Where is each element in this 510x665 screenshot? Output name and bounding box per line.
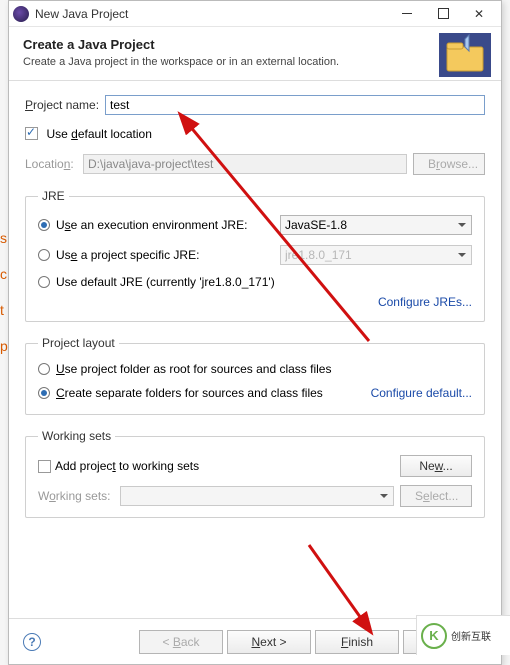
- watermark-text: 创新互联: [451, 628, 491, 643]
- use-default-location-row: Use default location: [25, 125, 485, 143]
- close-button[interactable]: [461, 2, 497, 26]
- jre-default-radio[interactable]: [38, 276, 50, 288]
- jre-specific-row: Use a project specific JRE: jre1.8.0_171: [38, 245, 472, 265]
- project-name-row: Project name:: [25, 95, 485, 115]
- location-label: Location:: [25, 157, 77, 171]
- main-content: Project name: Use default location Locat…: [9, 81, 501, 518]
- dialog-window: New Java Project Create a Java Project C…: [8, 0, 502, 665]
- working-sets-group: Working sets Add project to working sets…: [25, 429, 485, 518]
- banner-subtext: Create a Java project in the workspace o…: [23, 56, 487, 68]
- jre-exec-env-row: Use an execution environment JRE: JavaSE…: [38, 215, 472, 235]
- project-name-label: Project name:: [25, 98, 99, 112]
- configure-default-link[interactable]: Configure default...: [371, 386, 472, 400]
- watermark-icon: K: [421, 623, 447, 649]
- jre-specific-radio[interactable]: [38, 249, 50, 261]
- ws-select: [120, 486, 394, 506]
- eclipse-icon: [13, 6, 29, 22]
- jre-group: JRE Use an execution environment JRE: Ja…: [25, 189, 485, 322]
- next-button[interactable]: Next >: [227, 630, 311, 654]
- ws-new-button[interactable]: New...: [400, 455, 472, 477]
- project-layout-legend: Project layout: [38, 336, 119, 350]
- window-controls: [389, 2, 497, 26]
- jre-exec-env-label: Use an execution environment JRE:: [56, 218, 280, 232]
- layout-root-radio[interactable]: [38, 363, 50, 375]
- layout-separate-row: Create separate folders for sources and …: [38, 386, 472, 400]
- jre-exec-env-select[interactable]: JavaSE-1.8: [280, 215, 472, 235]
- location-row: Location: Browse...: [25, 153, 485, 175]
- titlebar: New Java Project: [9, 1, 501, 27]
- watermark-logo: K 创新互联: [416, 615, 510, 655]
- finish-button[interactable]: Finish: [315, 630, 399, 654]
- layout-separate-radio[interactable]: [38, 387, 50, 399]
- jre-default-label: Use default JRE (currently 'jre1.8.0_171…: [56, 275, 472, 289]
- working-sets-legend: Working sets: [38, 429, 115, 443]
- help-icon[interactable]: ?: [23, 633, 41, 651]
- ws-add-checkbox[interactable]: [38, 460, 51, 473]
- project-layout-group: Project layout Use project folder as roo…: [25, 336, 485, 415]
- banner-heading: Create a Java Project: [23, 37, 487, 52]
- maximize-button[interactable]: [425, 2, 461, 26]
- folder-wizard-icon: [439, 33, 491, 77]
- background-cropped-text: sctp: [0, 210, 8, 374]
- window-title: New Java Project: [35, 7, 389, 21]
- configure-jres-link[interactable]: Configure JREs...: [378, 295, 472, 309]
- jre-exec-env-radio[interactable]: [38, 219, 50, 231]
- ws-select-row: Working sets: Select...: [38, 485, 472, 507]
- minimize-button[interactable]: [389, 2, 425, 26]
- location-input: [83, 154, 407, 174]
- browse-button: Browse...: [413, 153, 485, 175]
- ws-select-button: Select...: [400, 485, 472, 507]
- use-default-location-label: Use default location: [46, 127, 151, 141]
- use-default-location-checkbox[interactable]: [25, 127, 38, 140]
- jre-specific-select: jre1.8.0_171: [280, 245, 472, 265]
- wizard-banner: Create a Java Project Create a Java proj…: [9, 27, 501, 81]
- layout-root-label: Use project folder as root for sources a…: [56, 362, 472, 376]
- ws-add-row: Add project to working sets New...: [38, 455, 472, 477]
- jre-specific-label: Use a project specific JRE:: [56, 248, 280, 262]
- project-name-input[interactable]: [105, 95, 485, 115]
- layout-separate-label: Create separate folders for sources and …: [56, 386, 371, 400]
- layout-root-row: Use project folder as root for sources a…: [38, 362, 472, 376]
- ws-add-label: Add project to working sets: [55, 459, 400, 473]
- ws-label: Working sets:: [38, 489, 114, 503]
- back-button: < Back: [139, 630, 223, 654]
- jre-legend: JRE: [38, 189, 69, 203]
- jre-default-row: Use default JRE (currently 'jre1.8.0_171…: [38, 275, 472, 289]
